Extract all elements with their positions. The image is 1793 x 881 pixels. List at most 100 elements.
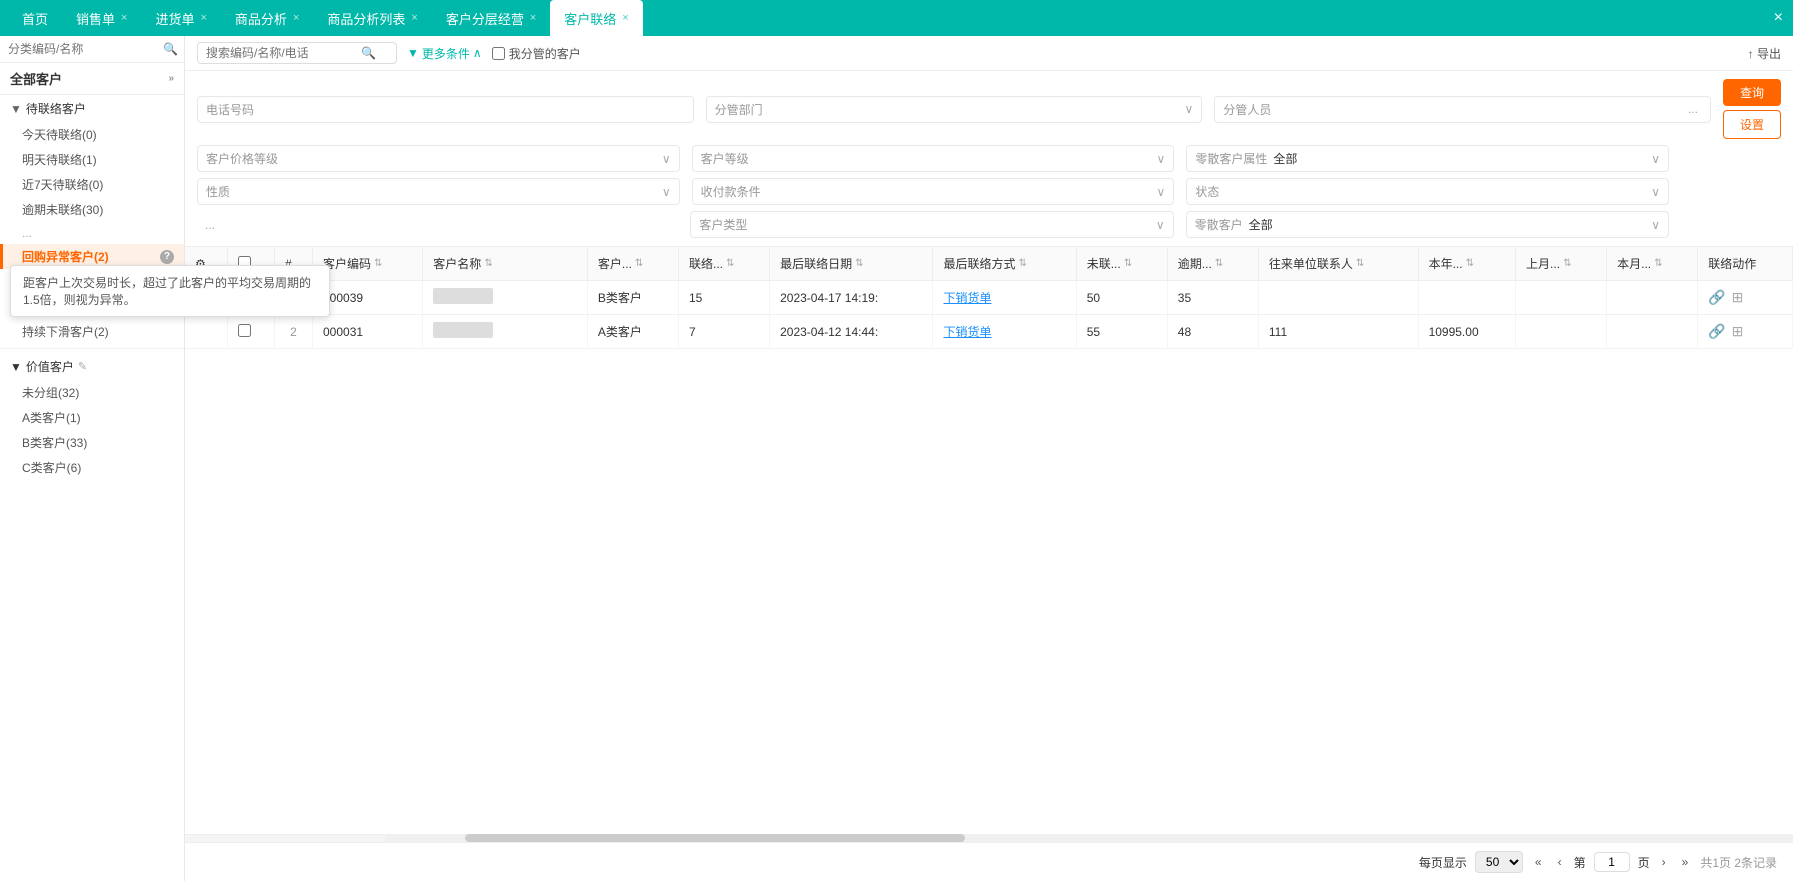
sidebar-search-input[interactable] xyxy=(8,42,163,56)
last-page-button[interactable]: » xyxy=(1678,853,1693,871)
sidebar-item-7days[interactable]: 近7天待联络(0) xyxy=(0,172,184,197)
sidebar-item-a-class[interactable]: A类客户(1) xyxy=(0,405,184,430)
sidebar-item-overdue[interactable]: 逾期未联络(30) xyxy=(0,197,184,222)
prev-page-button[interactable]: ‹ xyxy=(1554,853,1566,871)
row1-link-action-icon[interactable]: 🔗 xyxy=(1708,289,1725,306)
filter-payment-input[interactable] xyxy=(767,185,1157,199)
more-conditions-button[interactable]: ▼ 更多条件 ∧ xyxy=(407,45,482,62)
first-page-button[interactable]: « xyxy=(1531,853,1546,871)
col-unit-contacts[interactable]: 往来单位联系人⇅ xyxy=(1258,247,1418,281)
filter-manager-input[interactable] xyxy=(1277,102,1688,116)
col-this-month[interactable]: 本月...⇅ xyxy=(1607,247,1698,281)
filter-nature-input[interactable] xyxy=(236,185,662,199)
value-group-edit-icon[interactable]: ✎ xyxy=(78,360,87,373)
close-purchase-tab[interactable]: × xyxy=(200,12,206,24)
close-customer-layered-tab[interactable]: × xyxy=(530,12,536,24)
row1-last-method[interactable]: 下销货单 xyxy=(933,281,1076,315)
export-button[interactable]: ↑ 导出 xyxy=(1748,45,1781,62)
col-contacts[interactable]: 联络...⇅ xyxy=(679,247,770,281)
sidebar-item-b-class[interactable]: B类客户(33) xyxy=(0,430,184,455)
row2-category: A类客户 xyxy=(587,315,678,349)
customer-level-arrow[interactable]: ∨ xyxy=(1157,152,1166,166)
col-this-year[interactable]: 本年...⇅ xyxy=(1418,247,1515,281)
col-category[interactable]: 客户...⇅ xyxy=(587,247,678,281)
filter-status-input[interactable] xyxy=(1225,185,1651,199)
scrollbar-thumb[interactable] xyxy=(465,834,965,842)
filter-ellipsis-btn[interactable]: ... xyxy=(197,214,678,236)
sidebar-item-declining[interactable]: 持续下滑客户(2) xyxy=(0,319,184,344)
row2-contacts: 7 xyxy=(679,315,770,349)
filter-price-level: 客户价格等级 ∨ xyxy=(197,145,680,172)
sidebar-collapse-icon[interactable]: » xyxy=(168,73,174,84)
sidebar: 🔍 全部客户 » ▼ 待联络客户 今天待联络(0) 明天待联络(1) 近7天待联… xyxy=(0,36,185,881)
my-customers-checkbox[interactable] xyxy=(492,47,505,60)
retail-customer-arrow[interactable]: ∨ xyxy=(1651,218,1660,232)
filter-phone-input[interactable] xyxy=(260,102,685,116)
filter-price-level-input[interactable] xyxy=(284,152,662,166)
filter-customer-type-input[interactable] xyxy=(753,218,1156,232)
nav-sales[interactable]: 销售单 × xyxy=(62,0,141,36)
price-level-arrow[interactable]: ∨ xyxy=(662,152,671,166)
search-input[interactable] xyxy=(206,46,361,60)
sidebar-item-ungrouped[interactable]: 未分组(32) xyxy=(0,380,184,405)
close-product-analysis-tab[interactable]: × xyxy=(293,12,299,24)
total-records-label: 共1页 2条记录 xyxy=(1700,854,1777,871)
filter-phone: 电话号码 xyxy=(197,96,694,123)
per-page-select[interactable]: 50 xyxy=(1475,851,1523,873)
row2-link-action-icon[interactable]: 🔗 xyxy=(1708,323,1725,340)
col-last-contact-date[interactable]: 最后联络日期⇅ xyxy=(770,247,933,281)
sidebar-section-pending[interactable]: ▼ 待联络客户 xyxy=(0,95,184,122)
nav-product-analysis[interactable]: 商品分析 × xyxy=(221,0,313,36)
filter-status: 状态 ∨ xyxy=(1186,178,1669,205)
sidebar-item-tomorrow[interactable]: 明天待联络(1) xyxy=(0,147,184,172)
nav-customer-layered[interactable]: 客户分层经营 × xyxy=(432,0,550,36)
row1-last-month xyxy=(1516,281,1607,315)
sidebar-item-today[interactable]: 今天待联络(0) xyxy=(0,122,184,147)
page-number-input[interactable] xyxy=(1594,852,1630,872)
payment-arrow[interactable]: ∨ xyxy=(1157,185,1166,199)
row1-overdue: 35 xyxy=(1167,281,1258,315)
horizontal-scrollbar[interactable] xyxy=(185,834,1793,842)
settings-button[interactable]: 设置 xyxy=(1723,110,1781,139)
next-page-button[interactable]: › xyxy=(1658,853,1670,871)
manager-ellipsis[interactable]: ... xyxy=(1688,102,1698,116)
code-sort-icon: ⇅ xyxy=(374,258,382,269)
dept-dropdown-arrow[interactable]: ∨ xyxy=(1185,102,1194,116)
col-overdue[interactable]: 逾期...⇅ xyxy=(1167,247,1258,281)
row2-last-method[interactable]: 下销货单 xyxy=(933,315,1076,349)
nav-product-analysis-list[interactable]: 商品分析列表 × xyxy=(313,0,431,36)
category-sort-icon: ⇅ xyxy=(635,258,643,269)
close-sales-tab[interactable]: × xyxy=(121,12,127,24)
query-button[interactable]: 查询 xyxy=(1723,79,1781,106)
row1-name-blur xyxy=(433,288,493,304)
customer-type-arrow[interactable]: ∨ xyxy=(1156,218,1165,232)
retail-attr-arrow[interactable]: ∨ xyxy=(1651,152,1660,166)
row2-grid-action-icon[interactable]: ⊞ xyxy=(1732,323,1744,340)
nav-customer-contact[interactable]: 客户联络 × xyxy=(550,0,642,36)
nav-purchase[interactable]: 进货单 × xyxy=(141,0,220,36)
sidebar-ellipsis[interactable]: ... xyxy=(0,222,184,244)
nature-arrow[interactable]: ∨ xyxy=(662,185,671,199)
filter-customer-level-input[interactable] xyxy=(755,152,1157,166)
search-box-icon[interactable]: 🔍 xyxy=(361,46,376,60)
col-unreplied[interactable]: 未联...⇅ xyxy=(1076,247,1167,281)
sidebar-value-group[interactable]: ▼ 价值客户 ✎ xyxy=(0,353,184,380)
sidebar-item-c-class[interactable]: C类客户(6) xyxy=(0,455,184,480)
close-product-analysis-list-tab[interactable]: × xyxy=(411,12,417,24)
col-last-contact-method[interactable]: 最后联络方式⇅ xyxy=(933,247,1076,281)
nav-home[interactable]: 首页 xyxy=(8,0,62,36)
unreplied-sort-icon: ⇅ xyxy=(1124,258,1132,269)
col-last-month[interactable]: 上月...⇅ xyxy=(1516,247,1607,281)
filter-dept-input[interactable] xyxy=(769,102,1185,116)
close-all-tabs[interactable]: × xyxy=(1774,9,1783,27)
contacts-sort-icon: ⇅ xyxy=(726,258,734,269)
all-customers-label: 全部客户 xyxy=(10,69,62,88)
col-name[interactable]: 客户名称⇅ xyxy=(423,247,588,281)
status-arrow[interactable]: ∨ xyxy=(1651,185,1660,199)
year-sort-icon: ⇅ xyxy=(1466,258,1474,269)
row1-category: B类客户 xyxy=(587,281,678,315)
sidebar-search-icon[interactable]: 🔍 xyxy=(163,42,178,56)
close-customer-contact-tab[interactable]: × xyxy=(622,12,628,24)
row2-select-checkbox[interactable] xyxy=(238,324,251,337)
row1-grid-action-icon[interactable]: ⊞ xyxy=(1732,289,1744,306)
